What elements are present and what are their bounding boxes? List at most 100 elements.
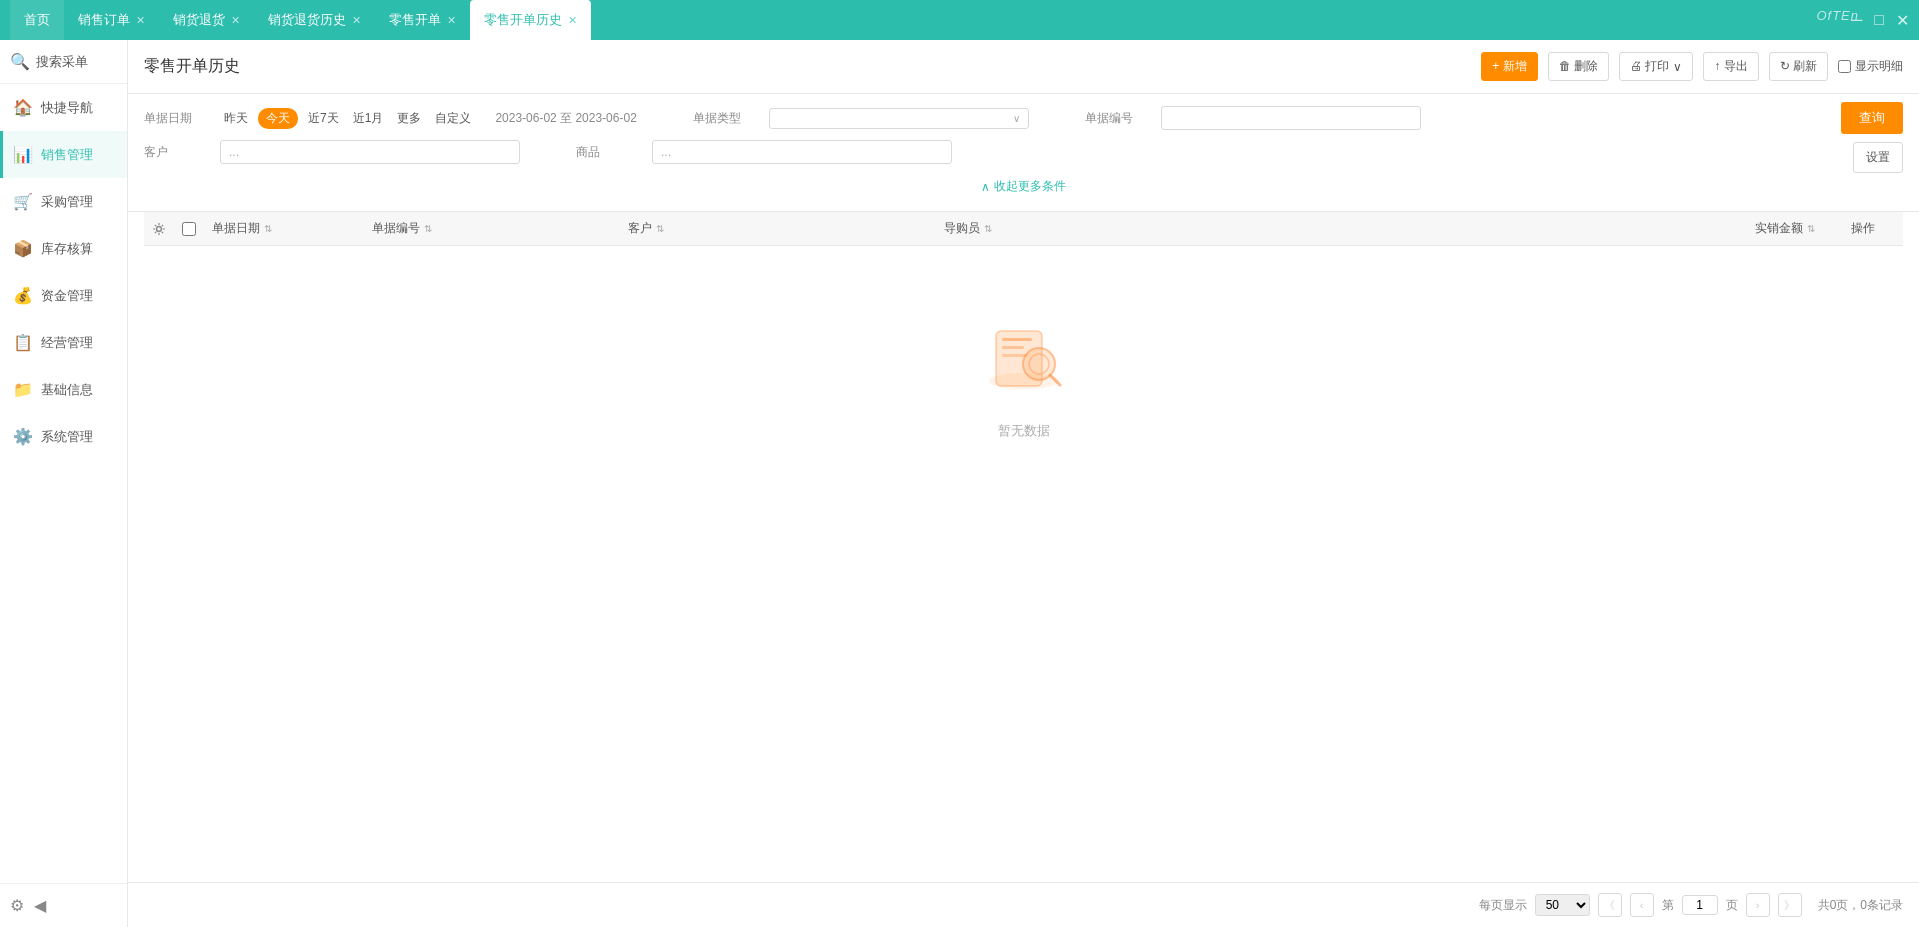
collapse-filter-button[interactable]: ∧ 收起更多条件 [144,174,1903,199]
folder-icon: 📁 [13,380,33,399]
filter-row-2: 客户 ... 商品 ... [144,140,1903,164]
customer-select[interactable]: ... [220,140,520,164]
customer-label: 客户 [144,144,204,161]
pagination-bar: 每页显示 50 10 20 100 《 ‹ 第 页 › 》 共0页，0条记录 [128,882,1919,927]
display-detail-checkbox[interactable] [1838,60,1851,73]
date-shortcut-today[interactable]: 今天 [258,108,298,129]
query-button[interactable]: 查询 [1841,102,1903,134]
col-amount-sort-icon: ⇅ [1807,223,1815,234]
goods-select[interactable]: ... [652,140,952,164]
maximize-button[interactable]: □ [1874,11,1884,29]
main-layout: 🔍 搜索采单 🏠 快捷导航 📊 销售管理 🛒 采购管理 📦 库存核算 💰 资金管… [0,40,1919,927]
tab-retail-open-history-close[interactable]: ✕ [568,14,577,27]
filter-row-1: 单据日期 昨天 今天 近7天 近1月 更多 自定义 2023-06-02 至 2… [144,106,1903,130]
per-page-select[interactable]: 50 10 20 100 [1535,894,1590,916]
sidebar-item-purchase-label: 采购管理 [41,193,93,211]
refresh-button[interactable]: ↻ 刷新 [1769,52,1828,81]
sidebar-item-inventory[interactable]: 📦 库存核算 [0,225,127,272]
tab-retail-open-history[interactable]: 零售开单历史 ✕ [470,0,591,40]
header-checkbox[interactable] [182,222,196,236]
date-shortcut-1month[interactable]: 近1月 [349,108,388,129]
empty-state: 暂无数据 [144,246,1903,500]
tab-sales-return-history[interactable]: 销货退货历史 ✕ [254,0,375,40]
window-controls: ─ □ ✕ [1851,11,1909,30]
tab-sales-return[interactable]: 销货退货 ✕ [159,0,254,40]
last-page-button[interactable]: 》 [1778,893,1802,917]
first-page-button[interactable]: 《 [1598,893,1622,917]
doc-no-input[interactable] [1161,106,1421,130]
tab-sales-order-close[interactable]: ✕ [136,14,145,27]
delete-button[interactable]: 🗑 删除 [1548,52,1609,81]
filter-section: 单据日期 昨天 今天 近7天 近1月 更多 自定义 2023-06-02 至 2… [128,94,1919,212]
col-header-date[interactable]: 单据日期 ⇅ [204,220,364,237]
sidebar-item-operations-label: 经营管理 [41,334,93,352]
col-guide-label: 导购员 [944,220,980,237]
tab-sales-return-history-close[interactable]: ✕ [352,14,361,27]
col-customer-sort-icon: ⇅ [656,223,664,234]
date-shortcut-more[interactable]: 更多 [393,108,425,129]
minimize-button[interactable]: ─ [1851,11,1862,29]
select-all-checkbox[interactable] [174,222,204,236]
date-shortcuts: 昨天 今天 近7天 近1月 更多 自定义 [220,108,475,129]
sidebar-item-operations[interactable]: 📋 经营管理 [0,319,127,366]
date-shortcut-custom[interactable]: 自定义 [431,108,475,129]
export-button[interactable]: ↑ 导出 [1703,52,1758,81]
tab-retail-open-close[interactable]: ✕ [447,14,456,27]
col-header-guide[interactable]: 导购员 ⇅ [936,220,1132,237]
tab-sales-return-close[interactable]: ✕ [231,14,240,27]
tab-home-label: 首页 [24,11,50,29]
settings-button[interactable]: 设置 [1853,142,1903,173]
tab-sales-return-label: 销货退货 [173,11,225,29]
settings-icon[interactable]: ⚙ [10,896,24,915]
content-area: 零售开单历史 + 新增 🗑 删除 🖨 打印 ∨ ↑ 导出 ↻ 刷新 显示明细 单… [128,40,1919,927]
collapse-sidebar-icon[interactable]: ◀ [34,896,46,915]
sidebar-item-system[interactable]: ⚙️ 系统管理 [0,413,127,460]
display-detail-checkbox-label[interactable]: 显示明细 [1838,58,1903,75]
sidebar-search[interactable]: 🔍 搜索采单 [0,40,127,84]
sidebar-item-quick-nav[interactable]: 🏠 快捷导航 [0,84,127,131]
col-header-customer[interactable]: 客户 ⇅ [620,220,936,237]
doc-type-arrow-icon: ∨ [1013,113,1020,124]
col-header-amount[interactable]: 实销金额 ⇅ [1627,220,1823,237]
customer-dots: ... [229,145,511,159]
sidebar-item-purchase[interactable]: 🛒 采购管理 [0,178,127,225]
sidebar-search-label: 搜索采单 [36,53,88,71]
date-range-display: 2023-06-02 至 2023-06-02 [495,110,636,127]
tab-sales-order[interactable]: 销售订单 ✕ [64,0,159,40]
sidebar-item-sales[interactable]: 📊 销售管理 [0,131,127,178]
goods-dots: ... [661,145,943,159]
tab-sales-return-history-label: 销货退货历史 [268,11,346,29]
home-icon: 🏠 [13,98,33,117]
chart-icon: 📊 [13,145,33,164]
sidebar-item-basic-info-label: 基础信息 [41,381,93,399]
gear-icon: ⚙️ [13,427,33,446]
date-shortcut-7days[interactable]: 近7天 [304,108,343,129]
display-detail-label: 显示明细 [1855,58,1903,75]
tab-home[interactable]: 首页 [10,0,64,40]
col-order-no-sort-icon: ⇅ [424,223,432,234]
sidebar-item-basic-info[interactable]: 📁 基础信息 [0,366,127,413]
empty-icon [974,306,1074,406]
col-header-order-no[interactable]: 单据编号 ⇅ [364,220,620,237]
tab-retail-open[interactable]: 零售开单 ✕ [375,0,470,40]
prev-page-button[interactable]: ‹ [1630,893,1654,917]
print-button[interactable]: 🖨 打印 ∨ [1619,52,1693,81]
date-shortcut-yesterday[interactable]: 昨天 [220,108,252,129]
svg-point-0 [157,226,162,231]
doc-type-select[interactable]: ∨ [769,108,1029,129]
new-button[interactable]: + 新增 [1481,52,1537,81]
sidebar-item-quick-nav-label: 快捷导航 [41,99,93,117]
empty-text: 暂无数据 [998,422,1050,440]
tab-retail-open-label: 零售开单 [389,11,441,29]
table-area: 单据日期 ⇅ 单据编号 ⇅ 客户 ⇅ 导购员 ⇅ 实销金额 [128,212,1919,882]
header-actions: + 新增 🗑 删除 🖨 打印 ∨ ↑ 导出 ↻ 刷新 显示明细 [1481,52,1903,81]
page-number-input[interactable] [1682,895,1718,915]
close-button[interactable]: ✕ [1896,11,1909,30]
page-label-pre: 第 [1662,897,1674,914]
svg-rect-4 [1002,346,1024,349]
sidebar-item-finance[interactable]: 💰 资金管理 [0,272,127,319]
tab-bar: 首页 销售订单 ✕ 销货退货 ✕ 销货退货历史 ✕ 零售开单 ✕ 零售开单历史 … [10,0,1851,40]
next-page-button[interactable]: › [1746,893,1770,917]
column-settings-icon[interactable] [144,222,174,236]
tab-sales-order-label: 销售订单 [78,11,130,29]
